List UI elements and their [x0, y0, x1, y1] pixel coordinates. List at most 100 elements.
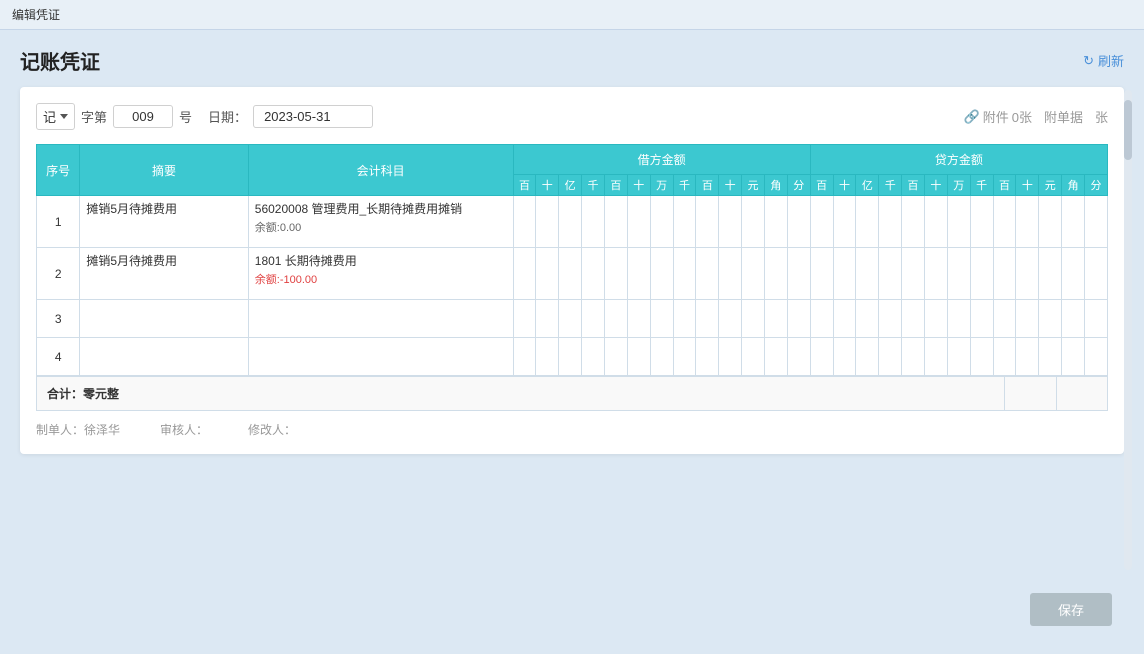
debit-cell-r3-c10[interactable] — [742, 338, 765, 376]
type-select[interactable]: 记 — [36, 103, 75, 130]
debit-cell-r1-c12[interactable] — [787, 248, 810, 300]
credit-cell-r2-c9[interactable] — [1016, 300, 1039, 338]
credit-cell-r1-c10[interactable] — [1039, 248, 1062, 300]
row-summary-1[interactable]: 摊销5月待摊费用 — [80, 248, 248, 300]
debit-cell-r3-c0[interactable] — [513, 338, 536, 376]
credit-cell-r0-c10[interactable] — [1039, 196, 1062, 248]
debit-cell-r0-c8[interactable] — [696, 196, 719, 248]
credit-cell-r1-c2[interactable] — [856, 248, 879, 300]
debit-cell-r2-c8[interactable] — [696, 300, 719, 338]
debit-cell-r1-c8[interactable] — [696, 248, 719, 300]
debit-cell-r0-c9[interactable] — [719, 196, 742, 248]
attachment-link[interactable]: 🔗 附件 0张 — [964, 107, 1032, 126]
debit-cell-r2-c2[interactable] — [559, 300, 582, 338]
row-account-0[interactable]: 56020008 管理费用_长期待摊费用摊销余额:0.00 — [248, 196, 513, 248]
debit-cell-r2-c1[interactable] — [536, 300, 559, 338]
debit-cell-r0-c3[interactable] — [582, 196, 605, 248]
debit-cell-r3-c2[interactable] — [559, 338, 582, 376]
credit-cell-r0-c12[interactable] — [1085, 196, 1108, 248]
debit-cell-r1-c1[interactable] — [536, 248, 559, 300]
credit-cell-r3-c2[interactable] — [856, 338, 879, 376]
debit-cell-r0-c0[interactable] — [513, 196, 536, 248]
debit-cell-r2-c7[interactable] — [673, 300, 696, 338]
credit-cell-r2-c12[interactable] — [1085, 300, 1108, 338]
credit-cell-r3-c6[interactable] — [947, 338, 970, 376]
debit-cell-r0-c7[interactable] — [673, 196, 696, 248]
debit-cell-r3-c11[interactable] — [764, 338, 787, 376]
debit-cell-r2-c3[interactable] — [582, 300, 605, 338]
credit-cell-r0-c2[interactable] — [856, 196, 879, 248]
credit-cell-r0-c5[interactable] — [924, 196, 947, 248]
credit-cell-r1-c6[interactable] — [947, 248, 970, 300]
debit-cell-r2-c11[interactable] — [764, 300, 787, 338]
debit-cell-r1-c5[interactable] — [627, 248, 650, 300]
debit-cell-r1-c9[interactable] — [719, 248, 742, 300]
credit-cell-r2-c6[interactable] — [947, 300, 970, 338]
debit-cell-r1-c4[interactable] — [604, 248, 627, 300]
debit-cell-r0-c4[interactable] — [604, 196, 627, 248]
credit-cell-r0-c7[interactable] — [970, 196, 993, 248]
credit-cell-r1-c5[interactable] — [924, 248, 947, 300]
debit-cell-r3-c4[interactable] — [604, 338, 627, 376]
attachment-single-link[interactable]: 附单据 — [1044, 107, 1083, 126]
credit-cell-r2-c4[interactable] — [902, 300, 925, 338]
date-input[interactable] — [253, 105, 373, 128]
credit-cell-r3-c0[interactable] — [810, 338, 833, 376]
credit-cell-r2-c2[interactable] — [856, 300, 879, 338]
credit-cell-r0-c3[interactable] — [879, 196, 902, 248]
debit-cell-r1-c2[interactable] — [559, 248, 582, 300]
debit-cell-r1-c6[interactable] — [650, 248, 673, 300]
credit-cell-r1-c9[interactable] — [1016, 248, 1039, 300]
save-button[interactable]: 保存 — [1030, 593, 1112, 626]
row-summary-3[interactable] — [80, 338, 248, 376]
credit-cell-r2-c0[interactable] — [810, 300, 833, 338]
credit-cell-r2-c1[interactable] — [833, 300, 856, 338]
credit-cell-r2-c5[interactable] — [924, 300, 947, 338]
debit-cell-r3-c3[interactable] — [582, 338, 605, 376]
debit-cell-r1-c3[interactable] — [582, 248, 605, 300]
debit-cell-r2-c5[interactable] — [627, 300, 650, 338]
credit-cell-r1-c12[interactable] — [1085, 248, 1108, 300]
credit-cell-r3-c9[interactable] — [1016, 338, 1039, 376]
row-account-1[interactable]: 1801 长期待摊费用余额:-100.00 — [248, 248, 513, 300]
credit-cell-r3-c5[interactable] — [924, 338, 947, 376]
credit-cell-r0-c6[interactable] — [947, 196, 970, 248]
credit-cell-r0-c8[interactable] — [993, 196, 1016, 248]
credit-cell-r3-c3[interactable] — [879, 338, 902, 376]
debit-cell-r1-c0[interactable] — [513, 248, 536, 300]
debit-cell-r2-c9[interactable] — [719, 300, 742, 338]
credit-cell-r3-c7[interactable] — [970, 338, 993, 376]
debit-cell-r3-c6[interactable] — [650, 338, 673, 376]
credit-cell-r2-c3[interactable] — [879, 300, 902, 338]
credit-cell-r3-c8[interactable] — [993, 338, 1016, 376]
row-account-3[interactable] — [248, 338, 513, 376]
credit-cell-r1-c0[interactable] — [810, 248, 833, 300]
refresh-button[interactable]: ↻ 刷新 — [1083, 51, 1124, 70]
debit-cell-r0-c12[interactable] — [787, 196, 810, 248]
debit-cell-r3-c9[interactable] — [719, 338, 742, 376]
debit-cell-r3-c12[interactable] — [787, 338, 810, 376]
credit-cell-r1-c1[interactable] — [833, 248, 856, 300]
credit-cell-r1-c7[interactable] — [970, 248, 993, 300]
row-summary-0[interactable]: 摊销5月待摊费用 — [80, 196, 248, 248]
debit-cell-r3-c5[interactable] — [627, 338, 650, 376]
credit-cell-r1-c8[interactable] — [993, 248, 1016, 300]
debit-cell-r3-c8[interactable] — [696, 338, 719, 376]
credit-cell-r3-c1[interactable] — [833, 338, 856, 376]
credit-cell-r1-c4[interactable] — [902, 248, 925, 300]
credit-cell-r0-c0[interactable] — [810, 196, 833, 248]
debit-cell-r2-c12[interactable] — [787, 300, 810, 338]
credit-cell-r0-c1[interactable] — [833, 196, 856, 248]
debit-cell-r2-c4[interactable] — [604, 300, 627, 338]
credit-cell-r3-c4[interactable] — [902, 338, 925, 376]
credit-cell-r3-c12[interactable] — [1085, 338, 1108, 376]
credit-cell-r3-c11[interactable] — [1062, 338, 1085, 376]
debit-cell-r1-c11[interactable] — [764, 248, 787, 300]
debit-cell-r0-c10[interactable] — [742, 196, 765, 248]
credit-cell-r2-c8[interactable] — [993, 300, 1016, 338]
debit-cell-r0-c2[interactable] — [559, 196, 582, 248]
voucher-number-input[interactable] — [113, 105, 173, 128]
debit-cell-r0-c6[interactable] — [650, 196, 673, 248]
debit-cell-r3-c1[interactable] — [536, 338, 559, 376]
row-summary-2[interactable] — [80, 300, 248, 338]
